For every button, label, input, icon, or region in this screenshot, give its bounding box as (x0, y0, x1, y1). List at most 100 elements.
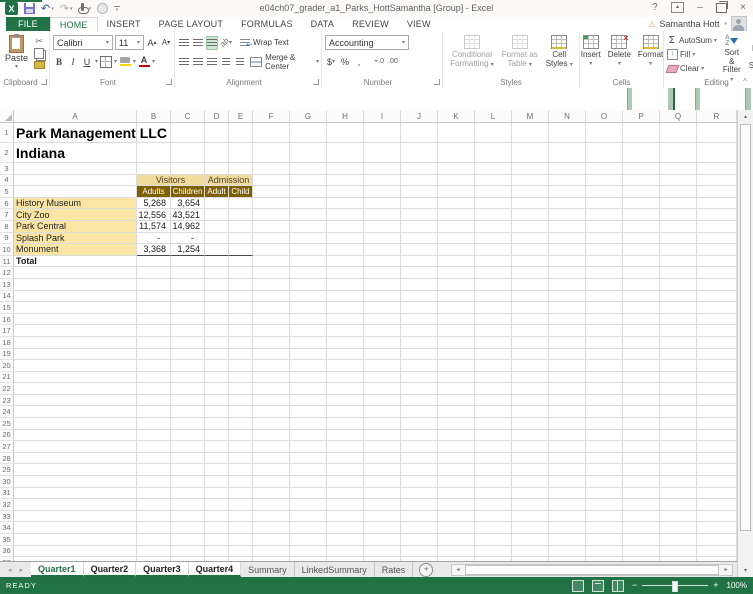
column-header-A[interactable]: A (14, 110, 137, 122)
cell-L17[interactable] (475, 325, 512, 337)
cell-C31[interactable] (171, 487, 205, 500)
cell-I10[interactable] (364, 244, 401, 256)
row-header-17[interactable]: 17 (0, 325, 14, 337)
cell-F28[interactable] (253, 452, 290, 465)
cell-D30[interactable] (205, 476, 229, 488)
cell-O8[interactable] (586, 220, 623, 233)
cell-K3[interactable] (438, 163, 475, 175)
cell-L7[interactable] (475, 209, 512, 221)
fill-color-dropdown-icon[interactable]: ▾ (133, 58, 136, 65)
cell-O14[interactable] (586, 290, 623, 303)
cell-A12[interactable] (14, 267, 137, 279)
cell-J24[interactable] (401, 406, 438, 419)
cell-M33[interactable] (512, 510, 549, 523)
cell-J31[interactable] (401, 487, 438, 500)
ribbon-tab-insert[interactable]: INSERT (98, 17, 150, 31)
cell-B10[interactable]: 3,368 (137, 244, 171, 256)
cell-I17[interactable] (364, 325, 401, 337)
cell-F14[interactable] (253, 290, 290, 303)
cell-P17[interactable] (623, 325, 660, 337)
zoom-in-button[interactable]: + (713, 581, 718, 590)
font-name-combo[interactable]: Calibri ▾ (53, 35, 113, 50)
cell-O9[interactable] (586, 232, 623, 245)
cell-K13[interactable] (438, 278, 475, 291)
cell-J19[interactable] (401, 348, 438, 361)
cell-G1[interactable] (290, 123, 327, 143)
cell-H18[interactable] (327, 336, 364, 349)
ribbon-tab-page-layout[interactable]: PAGE LAYOUT (150, 17, 232, 31)
cell-O1[interactable] (586, 123, 623, 143)
cell-K1[interactable] (438, 123, 475, 143)
cell-C36[interactable] (171, 545, 205, 558)
cell-B35[interactable] (137, 534, 171, 546)
decrease-decimal-button[interactable]: .00 (387, 55, 399, 69)
cell-I15[interactable] (364, 302, 401, 314)
percent-style-button[interactable]: % (339, 55, 351, 69)
sheet-tab-rates[interactable]: Rates (375, 562, 414, 577)
cell-K12[interactable] (438, 267, 475, 279)
cell-A4[interactable] (14, 174, 137, 187)
collapse-ribbon-button[interactable]: ^ (743, 77, 747, 86)
cell-H5[interactable] (327, 186, 364, 198)
row-header-23[interactable]: 23 (0, 394, 14, 407)
cell-C33[interactable] (171, 510, 205, 523)
cell-D18[interactable] (205, 336, 229, 349)
cell-N29[interactable] (549, 464, 586, 477)
column-header-H[interactable]: H (327, 110, 364, 122)
cell-E20[interactable] (229, 360, 253, 372)
cell-E19[interactable] (229, 348, 253, 361)
cell-H19[interactable] (327, 348, 364, 361)
cell-M31[interactable] (512, 487, 549, 500)
sheet-nav-right-icon[interactable]: ▸ (20, 566, 24, 574)
cell-J16[interactable] (401, 313, 438, 326)
vertical-scrollbar[interactable]: ▴ ▾ (737, 110, 753, 577)
cell-J9[interactable] (401, 232, 438, 245)
cell-C6[interactable]: 3,654 (171, 197, 205, 210)
cell-B31[interactable] (137, 487, 171, 500)
cell-N36[interactable] (549, 545, 586, 558)
cell-A31[interactable] (14, 487, 137, 500)
cell-P7[interactable] (623, 209, 660, 221)
cell-O30[interactable] (586, 476, 623, 488)
cell-Q16[interactable] (660, 313, 697, 326)
cell-J2[interactable] (401, 143, 438, 163)
cell-C30[interactable] (171, 476, 205, 488)
cell-I19[interactable] (364, 348, 401, 361)
cell-K18[interactable] (438, 336, 475, 349)
sheet-tab-quarter4[interactable]: Quarter4 (188, 562, 242, 577)
cell-N12[interactable] (549, 267, 586, 279)
cell-P32[interactable] (623, 499, 660, 511)
cell-E12[interactable] (229, 267, 253, 279)
cell-E13[interactable] (229, 278, 253, 291)
cell-H22[interactable] (327, 383, 364, 395)
cell-K23[interactable] (438, 394, 475, 407)
cell-N26[interactable] (549, 429, 586, 442)
cell-L29[interactable] (475, 464, 512, 477)
cell-K14[interactable] (438, 290, 475, 303)
cell-K22[interactable] (438, 383, 475, 395)
scroll-down-icon[interactable]: ▾ (738, 564, 753, 577)
cell-Q10[interactable] (660, 244, 697, 256)
cell-N32[interactable] (549, 499, 586, 511)
increase-decimal-button[interactable]: +.0 (373, 55, 385, 69)
cell-G28[interactable] (290, 452, 327, 465)
wrap-text-button[interactable]: ↩ Wrap Text (240, 38, 289, 49)
account-dropdown-icon[interactable]: ▾ (724, 21, 727, 27)
cell-E7[interactable] (229, 209, 253, 221)
cell-Q24[interactable] (660, 406, 697, 419)
row-header-21[interactable]: 21 (0, 371, 14, 384)
cell-J23[interactable] (401, 394, 438, 407)
cell-Q7[interactable] (660, 209, 697, 221)
column-header-M[interactable]: M (512, 110, 549, 122)
cell-P20[interactable] (623, 360, 660, 372)
cell-P26[interactable] (623, 429, 660, 442)
cell-G13[interactable] (290, 278, 327, 291)
cell-D5[interactable]: Adult (205, 186, 229, 198)
cell-E34[interactable] (229, 522, 253, 534)
sheet-tab-summary[interactable]: Summary (241, 562, 295, 577)
cell-N18[interactable] (549, 336, 586, 349)
cell-C28[interactable] (171, 452, 205, 465)
cell-B13[interactable] (137, 278, 171, 291)
cell-C25[interactable] (171, 418, 205, 430)
cell-M18[interactable] (512, 336, 549, 349)
